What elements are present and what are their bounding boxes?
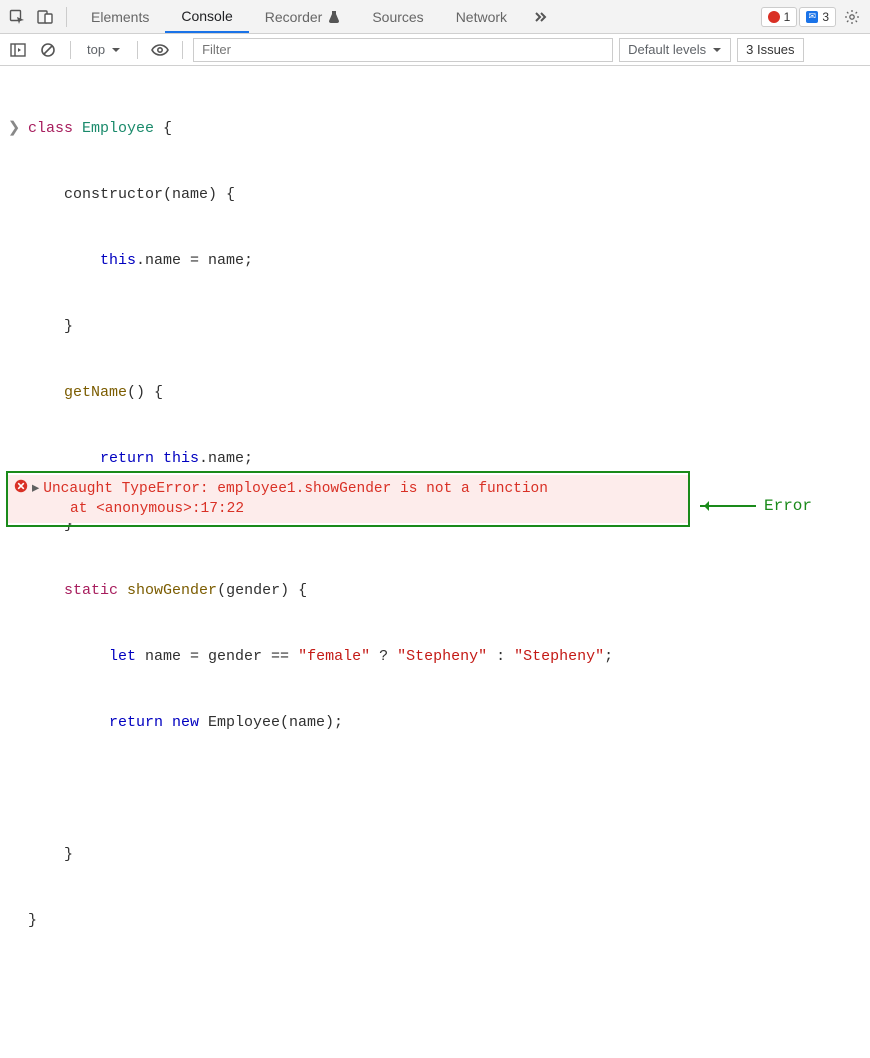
- issues-button[interactable]: 3 Issues: [737, 38, 803, 62]
- annotation-label: Error: [764, 497, 812, 515]
- expand-caret-icon[interactable]: ❯: [0, 118, 28, 140]
- tab-sources[interactable]: Sources: [356, 0, 439, 33]
- error-dot-icon: [768, 11, 780, 23]
- tab-network[interactable]: Network: [440, 0, 523, 33]
- filter-input[interactable]: [202, 42, 604, 57]
- error-count-badge[interactable]: 1: [761, 7, 798, 27]
- arrow-icon: [700, 505, 756, 507]
- code-line: static showGender(gender) {: [28, 580, 870, 602]
- tab-elements[interactable]: Elements: [75, 0, 165, 33]
- code-line: getName() {: [28, 382, 870, 404]
- clear-console-icon[interactable]: [36, 38, 60, 62]
- context-selector[interactable]: top: [81, 40, 127, 59]
- chevron-down-icon: [712, 45, 722, 55]
- code-line: class Employee {: [28, 118, 870, 140]
- sidebar-toggle-icon[interactable]: [6, 38, 30, 62]
- error-message: Uncaught TypeError: employee1.showGender…: [43, 481, 548, 497]
- error-highlight-box: ▸Uncaught TypeError: employee1.showGende…: [6, 471, 690, 527]
- divider: [182, 41, 183, 59]
- devtools-tabstrip: Elements Console Recorder Sources Networ…: [0, 0, 870, 34]
- code-line: constructor(name) {: [28, 184, 870, 206]
- message-count: 3: [822, 10, 829, 24]
- expand-caret-icon[interactable]: ▸: [32, 481, 39, 497]
- error-stack: at <anonymous>:17:22: [10, 499, 682, 519]
- console-error-row[interactable]: ▸Uncaught TypeError: employee1.showGende…: [8, 475, 688, 523]
- annotation-arrow: Error: [700, 497, 812, 515]
- error-badge-icon: [10, 479, 32, 493]
- divider: [137, 41, 138, 59]
- issues-label: 3 Issues: [746, 42, 794, 57]
- divider: [70, 41, 71, 59]
- flask-icon: [328, 10, 340, 24]
- chevron-down-icon: [111, 45, 121, 55]
- code-line: [28, 1042, 870, 1058]
- tab-overflow[interactable]: [523, 0, 557, 33]
- context-label: top: [87, 42, 105, 57]
- console-code-block: ❯class Employee { constructor(name) { th…: [0, 66, 870, 1058]
- code-line: }: [28, 316, 870, 338]
- live-expression-icon[interactable]: [148, 38, 172, 62]
- inspect-icon[interactable]: [4, 4, 30, 30]
- code-line: return new Employee(name);: [28, 712, 870, 734]
- levels-label: Default levels: [628, 42, 706, 57]
- filter-box[interactable]: [193, 38, 613, 62]
- divider: [66, 7, 67, 27]
- log-levels-selector[interactable]: Default levels: [619, 38, 731, 62]
- message-count-badge[interactable]: ✉ 3: [799, 7, 836, 27]
- device-toolbar-icon[interactable]: [32, 4, 58, 30]
- code-line: [28, 976, 870, 998]
- chevron-right-double-icon: [533, 10, 547, 24]
- tab-console[interactable]: Console: [165, 0, 248, 33]
- code-line: this.name = name;: [28, 250, 870, 272]
- code-line: let name = gender == "female" ? "Stephen…: [28, 646, 870, 668]
- code-line: }: [28, 844, 870, 866]
- settings-icon[interactable]: [838, 9, 866, 25]
- code-line: }: [28, 910, 870, 932]
- tab-list: Elements Console Recorder Sources Networ…: [75, 0, 557, 33]
- message-icon: ✉: [806, 11, 818, 23]
- code-line: [28, 778, 870, 800]
- error-count: 1: [784, 10, 791, 24]
- tab-recorder[interactable]: Recorder: [249, 0, 357, 33]
- console-toolbar: top Default levels 3 Issues: [0, 34, 870, 66]
- code-line: return this.name;: [28, 448, 870, 470]
